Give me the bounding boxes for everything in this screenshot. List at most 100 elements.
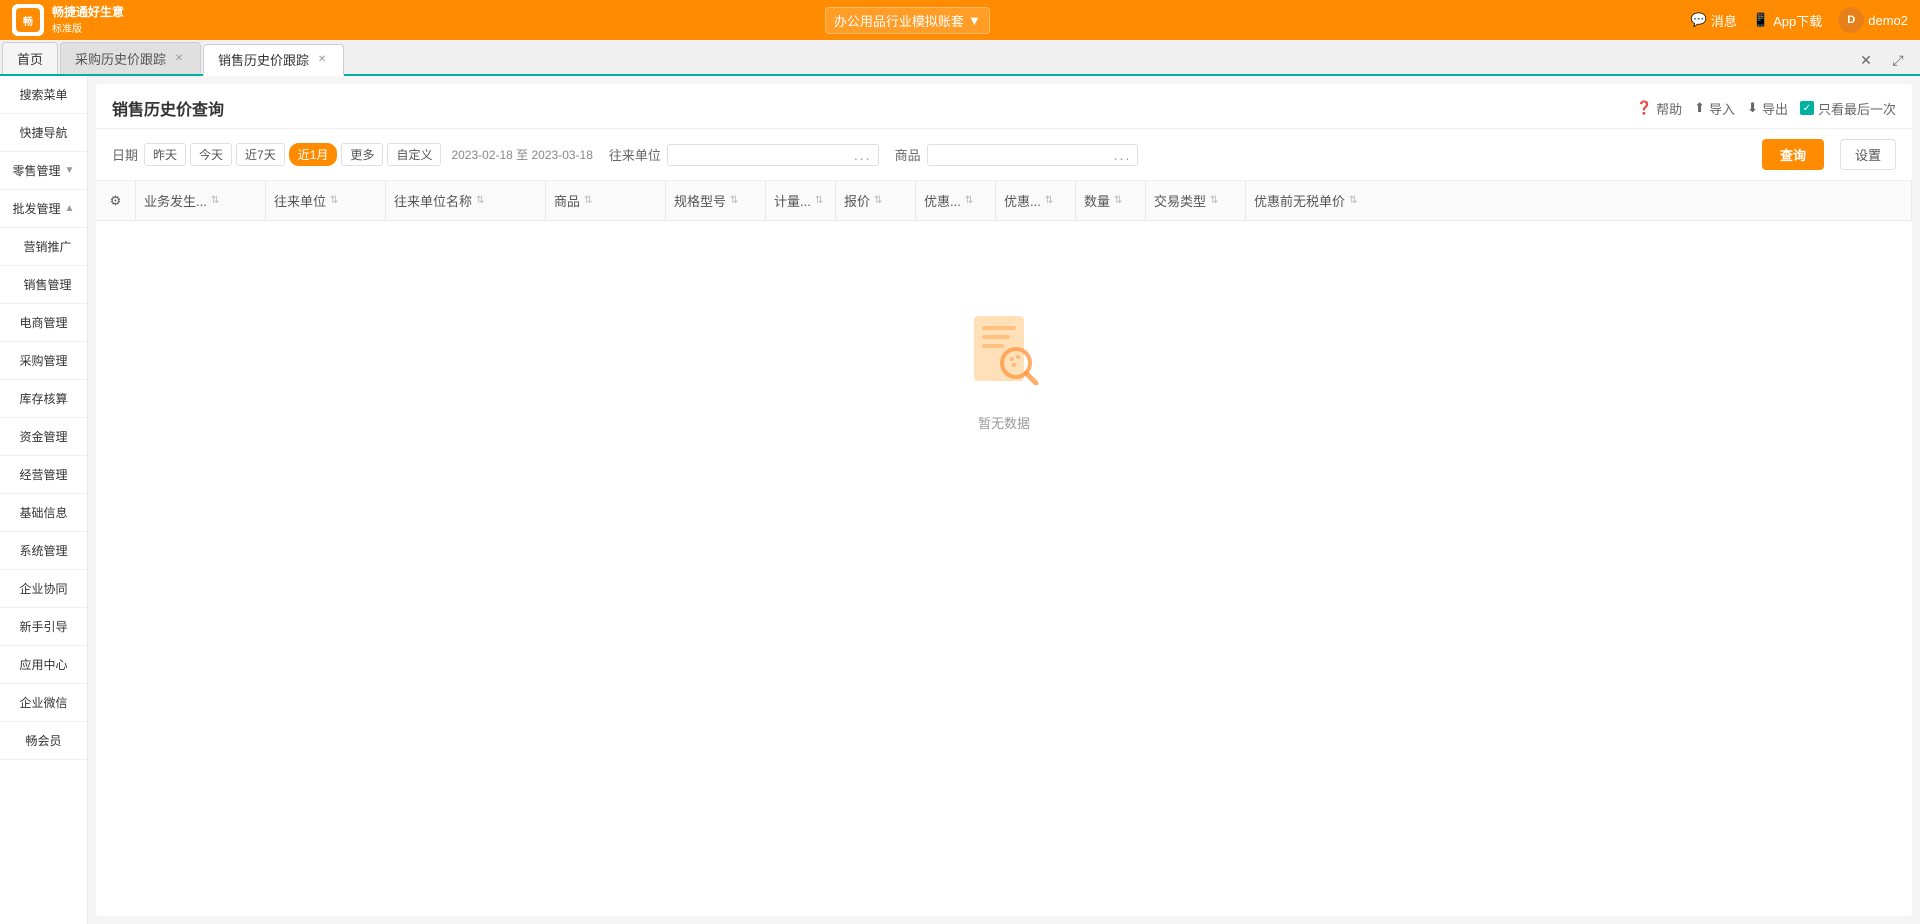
tab-expand-btn[interactable]: ⤢ — [1884, 46, 1912, 74]
import-btn[interactable]: ⬆ 导入 — [1694, 99, 1735, 118]
sidebar-finance-mgmt-label: 资金管理 — [19, 428, 67, 445]
app-download-btn[interactable]: 📱 App下载 — [1753, 11, 1822, 30]
th-spec[interactable]: 规格型号 ⇅ — [666, 181, 766, 220]
sidebar-system-mgmt-label: 系统管理 — [19, 542, 67, 559]
sidebar-item-basic-info[interactable]: 基础信息 — [0, 494, 87, 532]
th-goods-label: 商品 — [554, 191, 580, 210]
th-spec-sort-icon: ⇅ — [730, 195, 738, 206]
sidebar-item-inventory[interactable]: 库存核算 — [0, 380, 87, 418]
help-btn[interactable]: ❓ 帮助 — [1636, 99, 1682, 118]
tab-purchase-history-label: 采购历史价跟踪 — [75, 49, 166, 68]
date-range-display: 2023-02-18 至 2023-03-18 — [451, 146, 592, 163]
sidebar-item-vip-member[interactable]: 畅会员 — [0, 722, 87, 760]
th-goods-sort-icon: ⇅ — [584, 195, 592, 206]
export-btn[interactable]: ⬇ 导出 — [1747, 99, 1788, 118]
account-name: 办公用品行业模拟账套 — [834, 11, 964, 30]
date-btn-more[interactable]: 更多 — [341, 143, 383, 166]
tab-sales-history[interactable]: 销售历史价跟踪 ✕ — [203, 44, 344, 76]
tab-sales-history-close[interactable]: ✕ — [315, 53, 329, 67]
th-price-sort-icon: ⇅ — [874, 195, 882, 206]
sidebar-item-sales-mgmt[interactable]: 销售管理 — [0, 266, 87, 304]
message-label: 消息 — [1711, 11, 1737, 30]
user-menu[interactable]: D demo2 — [1838, 7, 1908, 33]
message-btn[interactable]: 💬 消息 — [1691, 11, 1737, 30]
th-unit-label: 计量... — [774, 191, 811, 210]
th-disc2[interactable]: 优惠... ⇅ — [996, 181, 1076, 220]
only-last-checkbox[interactable]: ✓ 只看最后一次 — [1800, 99, 1896, 118]
sidebar-operation-mgmt-label: 经营管理 — [19, 466, 67, 483]
topbar: 畅 畅捷通好生意 标准版 办公用品行业模拟账套 ▼ 💬 消息 📱 App下载 D… — [0, 0, 1920, 40]
tab-home[interactable]: 首页 — [2, 42, 58, 74]
sidebar-item-retail-mgmt[interactable]: 零售管理 ▼ — [0, 152, 87, 190]
th-counterpart-name[interactable]: 往来单位名称 ⇅ — [386, 181, 546, 220]
sidebar-item-operation-mgmt[interactable]: 经营管理 — [0, 456, 87, 494]
sidebar-item-ecommerce-mgmt[interactable]: 电商管理 — [0, 304, 87, 342]
th-goods[interactable]: 商品 ⇅ — [546, 181, 666, 220]
th-qty[interactable]: 数量 ⇅ — [1076, 181, 1146, 220]
th-qty-label: 数量 — [1084, 191, 1110, 210]
sidebar-item-system-mgmt[interactable]: 系统管理 — [0, 532, 87, 570]
date-btn-today[interactable]: 今天 — [190, 143, 232, 166]
th-biz-date[interactable]: 业务发生... ⇅ — [136, 181, 266, 220]
settings-button[interactable]: 设置 — [1840, 139, 1896, 170]
help-icon: ❓ — [1636, 100, 1652, 116]
sidebar-item-quick-nav[interactable]: 快捷导航 — [0, 114, 87, 152]
th-disc2-sort-icon: ⇅ — [1045, 195, 1053, 206]
th-unit[interactable]: 计量... ⇅ — [766, 181, 836, 220]
goods-label: 商品 — [895, 145, 921, 164]
date-filter-group: 日期 昨天 今天 近7天 近1月 更多 自定义 2023-02-18 至 202… — [112, 143, 593, 166]
query-button[interactable]: 查询 — [1762, 139, 1824, 170]
tab-home-label: 首页 — [17, 49, 43, 68]
date-filter-label: 日期 — [112, 145, 138, 164]
account-dropdown[interactable]: 办公用品行业模拟账套 ▼ — [825, 7, 990, 34]
th-counterpart-code-label: 往来单位 — [274, 191, 326, 210]
sidebar-item-purchase-mgmt[interactable]: 采购管理 — [0, 342, 87, 380]
main-layout: 搜索菜单 快捷导航 零售管理 ▼ 批发管理 ▲ 营销推广 销售管理 电商管理 采… — [0, 76, 1920, 924]
sidebar-item-new-user-guide[interactable]: 新手引导 — [0, 608, 87, 646]
th-price[interactable]: 报价 ⇅ — [836, 181, 916, 220]
sidebar-quick-nav-label: 快捷导航 — [19, 124, 67, 141]
goods-input[interactable] — [934, 147, 1110, 162]
th-disc1[interactable]: 优惠... ⇅ — [916, 181, 996, 220]
sidebar-wholesale-mgmt-label: 批发管理 — [13, 200, 61, 217]
th-counterpart-name-sort-icon: ⇅ — [476, 195, 484, 206]
date-btn-7days[interactable]: 近7天 — [236, 143, 285, 166]
date-btn-yesterday[interactable]: 昨天 — [144, 143, 186, 166]
th-counterpart-code[interactable]: 往来单位 ⇅ — [266, 181, 386, 220]
sidebar-search-menu-label: 搜索菜单 — [19, 86, 67, 103]
empty-state: 暂无数据 — [96, 221, 1912, 492]
th-trade-type-label: 交易类型 — [1154, 191, 1206, 210]
counterpart-label: 往来单位 — [609, 145, 661, 164]
app-name: 畅捷通好生意 — [52, 5, 124, 19]
user-avatar: D — [1838, 7, 1864, 33]
sidebar-item-marketing[interactable]: 营销推广 — [0, 228, 87, 266]
table-wrap: ⚙ 业务发生... ⇅ 往来单位 ⇅ 往来单位名称 ⇅ — [96, 181, 1912, 492]
sidebar-item-enterprise-collab[interactable]: 企业协同 — [0, 570, 87, 608]
only-last-check-icon: ✓ — [1800, 101, 1814, 115]
counterpart-input[interactable] — [674, 147, 850, 162]
th-trade-type[interactable]: 交易类型 ⇅ — [1146, 181, 1246, 220]
app-subtitle: 标准版 — [52, 20, 124, 35]
th-tax-free-price[interactable]: 优惠前无税单价 ⇅ — [1246, 181, 1912, 220]
import-icon: ⬆ — [1694, 100, 1705, 116]
tab-sales-history-label: 销售历史价跟踪 — [218, 50, 309, 69]
sidebar-vip-member-label: 畅会员 — [25, 732, 61, 749]
tabbar: 首页 采购历史价跟踪 ✕ 销售历史价跟踪 ✕ ✕ ⤢ — [0, 40, 1920, 76]
sidebar-item-finance-mgmt[interactable]: 资金管理 — [0, 418, 87, 456]
sidebar-app-center-label: 应用中心 — [19, 656, 67, 673]
app-name-block: 畅捷通好生意 标准版 — [52, 5, 124, 34]
th-settings[interactable]: ⚙ — [96, 181, 136, 220]
filter-area: 日期 昨天 今天 近7天 近1月 更多 自定义 2023-02-18 至 202… — [96, 129, 1912, 181]
sidebar-item-app-center[interactable]: 应用中心 — [0, 646, 87, 684]
tab-purchase-history-close[interactable]: ✕ — [172, 52, 186, 66]
sidebar-item-enterprise-wechat[interactable]: 企业微信 — [0, 684, 87, 722]
sidebar-enterprise-wechat-label: 企业微信 — [19, 694, 67, 711]
sidebar-item-search-menu[interactable]: 搜索菜单 — [0, 76, 87, 114]
date-btn-1month[interactable]: 近1月 — [289, 143, 338, 166]
tab-purchase-history[interactable]: 采购历史价跟踪 ✕ — [60, 42, 201, 74]
date-btn-custom[interactable]: 自定义 — [387, 143, 441, 166]
tab-close-all-btn[interactable]: ✕ — [1852, 46, 1880, 74]
sidebar-item-wholesale-mgmt[interactable]: 批发管理 ▲ — [0, 190, 87, 228]
th-unit-sort-icon: ⇅ — [815, 195, 823, 206]
export-label: 导出 — [1762, 99, 1788, 118]
